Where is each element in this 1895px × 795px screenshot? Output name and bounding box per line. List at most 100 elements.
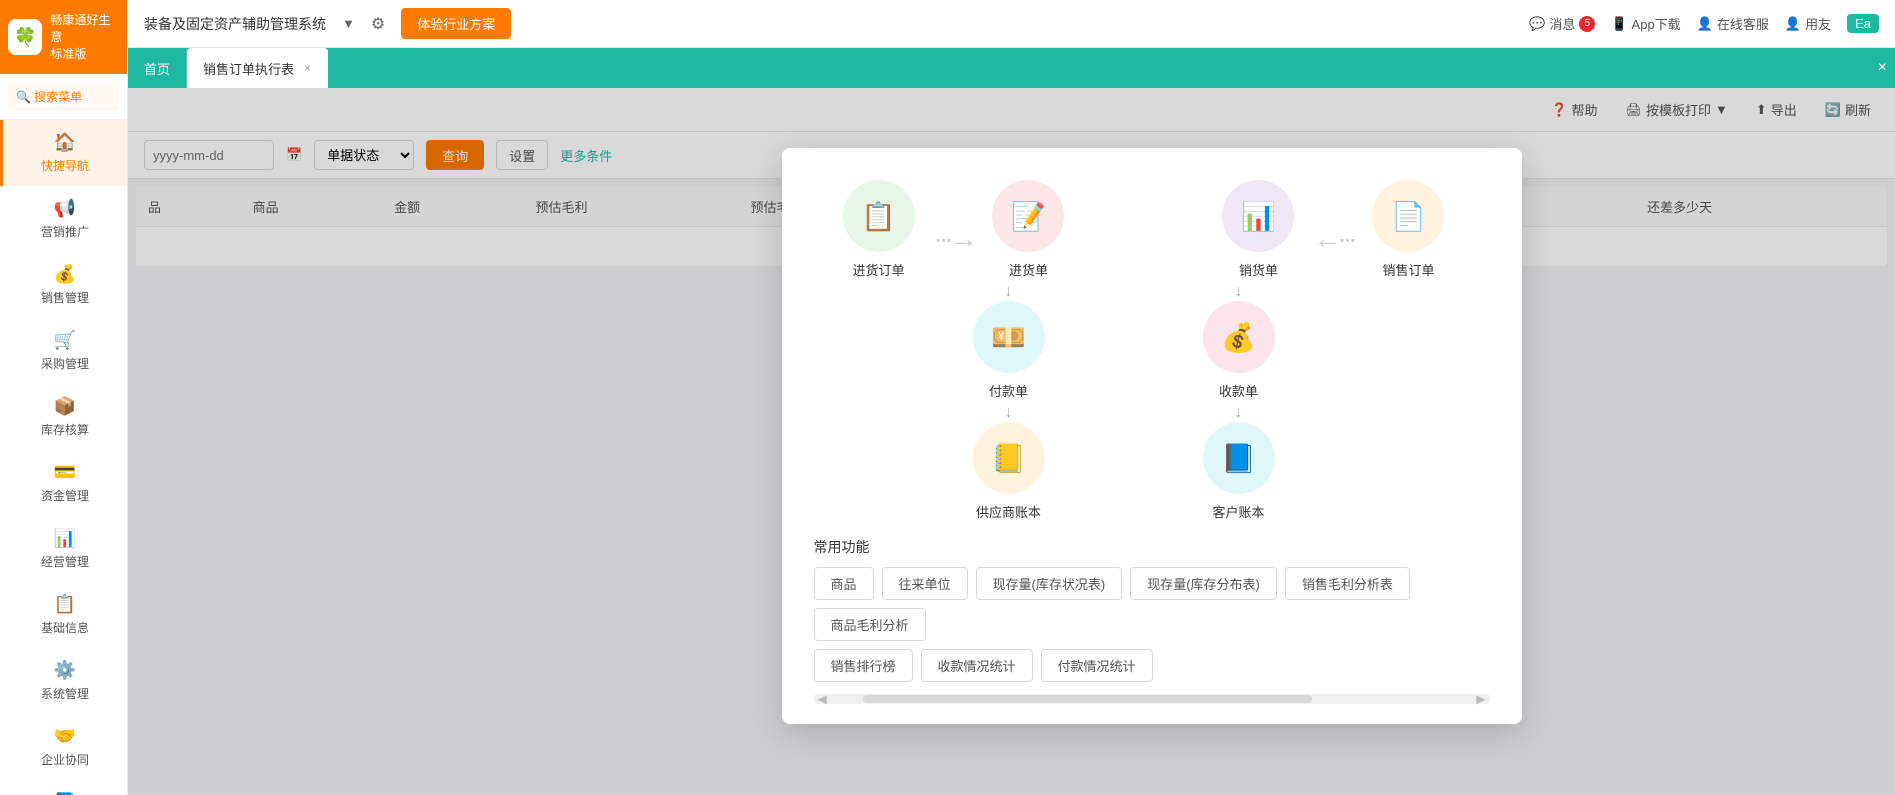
search-menu-button[interactable]: 🔍 搜索菜单 [8,82,119,111]
tab-sales-order-exec[interactable]: 销售订单执行表 × [187,48,328,88]
message-icon: 💬 [1529,16,1545,32]
payment-bill-icon: 💴 [973,301,1045,373]
sidebar-item-label: 销售管理 [41,289,89,306]
func-btn-sales-rank[interactable]: 销售排行榜 [814,649,913,682]
scroll-track[interactable] [831,695,1473,703]
workflow-node-receipt-bill[interactable]: 💰 收款单 [1174,301,1304,400]
user-avatar[interactable]: Ea [1847,14,1879,33]
online-service-button[interactable]: 👤 在线客服 [1697,14,1769,33]
basic-icon: 📋 [54,594,76,615]
tab-close-all[interactable]: × [1878,59,1887,77]
sidebar-item-label: 快捷导航 [41,157,89,174]
logo-icon: 🍀 [8,19,42,55]
topbar-right: 💬 消息 5 📱 App下载 👤 在线客服 👤 用友 Ea [1529,14,1879,33]
app-download-button[interactable]: 📱 App下载 [1611,14,1680,33]
user-button[interactable]: 👤 用友 [1785,14,1831,33]
func-btn-product[interactable]: 商品 [814,567,874,600]
content-area: ❓ 帮助 🖨 按模板打印 ▼ ⬆ 导出 🔄 刷新 [128,88,1895,795]
tabbar: 首页 销售订单执行表 × × [128,48,1895,88]
scroll-right-icon[interactable]: ▶ [1472,692,1489,706]
workflow-node-sales-order[interactable]: 📄 销售订单 [1343,180,1473,279]
app-download-label: App下载 [1632,14,1681,33]
workflow-node-customer-account[interactable]: 📘 客户账本 [1174,422,1304,521]
sidebar-item-label: 系统管理 [41,685,89,702]
func-btn-sales-profit[interactable]: 销售毛利分析表 [1285,567,1410,600]
user-icon: 👤 [1785,16,1801,32]
func-btn-receipt-stats[interactable]: 收款情况统计 [921,649,1033,682]
sidebar-item-purchase[interactable]: 🛒 采购管理 [0,318,127,384]
supplier-account-icon: 📒 [973,422,1045,494]
func-btn-product-profit[interactable]: 商品毛利分析 [814,608,926,641]
system-title: 装备及固定资产辅助管理系统 [144,14,326,34]
system-icon: ⚙️ [54,660,76,681]
sidebar-navigation: 🏠 快捷导航 📢 营销推广 💰 销售管理 🛒 采购管理 📦 库存核算 💳 [0,120,127,795]
sidebar-item-operations[interactable]: 📊 经营管理 [0,516,127,582]
trial-button[interactable]: 体验行业方案 [401,8,511,39]
finance-icon: 💳 [54,462,76,483]
workflow-diagram: 📋 进货订单 ···→ 📝 进货单 [814,180,1490,521]
sidebar-search-area: 🔍 搜索菜单 [0,74,127,120]
func-btn-stock-dist[interactable]: 现存量(库存分布表) [1130,567,1277,600]
tab-home[interactable]: 首页 [128,48,187,88]
service-label: 在线客服 [1717,14,1769,33]
func-row-1: 商品 往来单位 现存量(库存状况表) 现存量(库存分布表) 销售毛利分析表 商品… [814,567,1490,641]
purchase-order-label: 进货订单 [852,260,904,279]
purchase-bill-label: 进货单 [1009,260,1048,279]
payment-bill-label: 付款单 [989,381,1028,400]
popup-overlay: 📋 进货订单 ···→ 📝 进货单 [128,88,1895,795]
sidebar-item-marketing[interactable]: 📢 营销推广 [0,186,127,252]
logo-text: 畅康通好生意 标准版 [50,12,119,62]
sales-order-label: 销售订单 [1382,260,1434,279]
sidebar-item-enterprise[interactable]: 🤝 企业协同 [0,714,127,780]
sidebar-item-basic[interactable]: 📋 基础信息 [0,582,127,648]
sidebar-item-inventory[interactable]: 📦 库存核算 [0,384,127,450]
tab-close-icon[interactable]: × [304,61,311,75]
purchase-icon: 🛒 [54,330,76,351]
workflow-node-purchase-bill[interactable]: 📝 进货单 [963,180,1093,279]
home-icon: 🏠 [54,132,76,153]
operations-icon: 📊 [54,528,76,549]
tab-home-label: 首页 [144,59,170,78]
purchase-order-icon: 📋 [843,180,915,252]
common-funcs-title: 常用功能 [814,537,1490,557]
sidebar-item-system[interactable]: ⚙️ 系统管理 [0,648,127,714]
func-btn-stock-status[interactable]: 现存量(库存状况表) [976,567,1123,600]
workflow-node-purchase-order[interactable]: 📋 进货订单 [814,180,944,279]
popup-scrollbar[interactable]: ◀ ▶ [814,694,1490,704]
message-label: 消息 [1549,14,1575,33]
receipt-bill-icon: 💰 [1203,301,1275,373]
download-icon: 📱 [1611,16,1627,32]
settings-icon[interactable]: ⚙ [371,14,385,34]
func-btn-payment-stats[interactable]: 付款情况统计 [1041,649,1153,682]
main-area: 装备及固定资产辅助管理系统 ▼ ⚙ 体验行业方案 💬 消息 5 📱 App下载 … [128,0,1895,795]
workflow-node-supplier-account[interactable]: 📒 供应商账本 [944,422,1074,521]
func-row-2: 销售排行榜 收款情况统计 付款情况统计 [814,649,1490,682]
message-button[interactable]: 💬 消息 5 [1529,14,1595,33]
customer-account-icon: 📘 [1203,422,1275,494]
workflow-node-sales-bill[interactable]: 📊 销货单 [1193,180,1323,279]
sidebar: 🍀 畅康通好生意 标准版 🔍 搜索菜单 🏠 快捷导航 📢 营销推广 💰 销售管理 [0,0,128,795]
sidebar-item-label: 企业协同 [41,751,89,768]
sales-bill-label: 销货单 [1239,260,1278,279]
sidebar-item-guide[interactable]: 📘 新手引导 [0,780,127,795]
sidebar-item-label: 资金管理 [41,487,89,504]
enterprise-icon: 🤝 [54,726,76,747]
service-icon: 👤 [1697,16,1713,32]
user-label: 用友 [1805,14,1831,33]
sidebar-item-label: 基础信息 [41,619,89,636]
sidebar-item-label: 采购管理 [41,355,89,372]
supplier-account-label: 供应商账本 [976,502,1041,521]
scroll-left-icon[interactable]: ◀ [814,692,831,706]
sidebar-item-sales[interactable]: 💰 销售管理 [0,252,127,318]
workflow-node-payment-bill[interactable]: 💴 付款单 [944,301,1074,400]
popup-container: 📋 进货订单 ···→ 📝 进货单 [782,148,1522,724]
func-btn-partners[interactable]: 往来单位 [882,567,968,600]
sidebar-logo[interactable]: 🍀 畅康通好生意 标准版 [0,0,127,74]
scroll-thumb[interactable] [863,695,1312,703]
sales-bill-icon: 📊 [1222,180,1294,252]
system-dropdown[interactable]: ▼ [342,16,355,31]
topbar: 装备及固定资产辅助管理系统 ▼ ⚙ 体验行业方案 💬 消息 5 📱 App下载 … [128,0,1895,48]
sidebar-item-finance[interactable]: 💳 资金管理 [0,450,127,516]
tab-sales-label: 销售订单执行表 [203,59,294,78]
sidebar-item-quick-nav[interactable]: 🏠 快捷导航 [0,120,127,186]
